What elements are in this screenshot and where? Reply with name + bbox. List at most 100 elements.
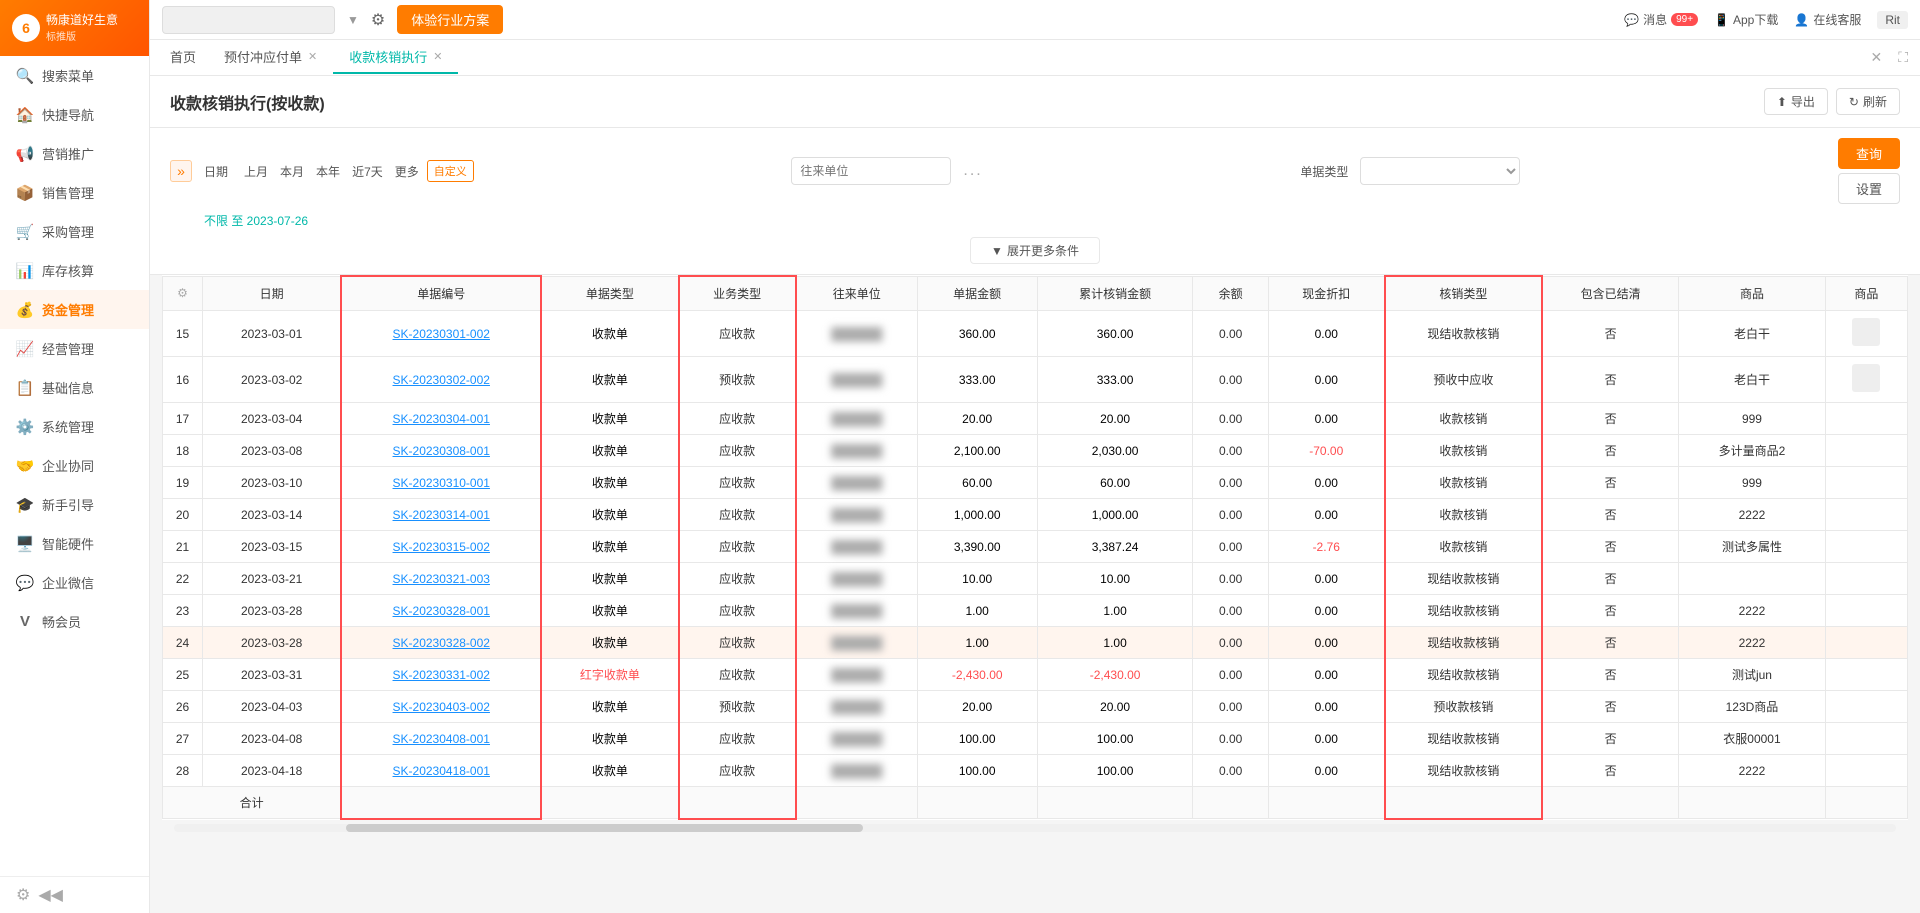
cell-bill-no: SK-20230308-001 (341, 435, 541, 467)
cell-bill-amount: -2,430.00 (917, 659, 1037, 691)
bill-no-link[interactable]: SK-20230328-001 (393, 604, 490, 618)
cell-bill-no: SK-20230331-002 (341, 659, 541, 691)
sidebar-item-finance[interactable]: 💰 资金管理 (0, 290, 149, 329)
table-row: 18 2023-03-08 SK-20230308-001 收款单 应收款 ██… (163, 435, 1908, 467)
sidebar-item-operations[interactable]: 📈 经营管理 (0, 329, 149, 368)
sidebar-item-search[interactable]: 🔍 搜索菜单 (0, 56, 149, 95)
topbar-gear-icon[interactable]: ⚙ (371, 10, 385, 30)
app-download-button[interactable]: 📱 App下载 (1714, 11, 1778, 28)
table-scrollbar[interactable] (174, 824, 1896, 832)
close-tab-icon[interactable]: ✕ (1866, 47, 1886, 68)
sidebar-item-label: 企业协同 (42, 456, 94, 475)
bill-no-link[interactable]: SK-20230301-002 (393, 327, 490, 341)
cell-verify-type: 收款核销 (1385, 403, 1542, 435)
cell-balance: 0.00 (1193, 595, 1268, 627)
user-info[interactable]: Rit (1877, 11, 1908, 29)
expand-more-button[interactable]: ▼ 展开更多条件 (970, 237, 1100, 264)
cell-include-settled: 否 (1542, 311, 1678, 357)
cell-bill-amount: 333.00 (917, 357, 1037, 403)
tab-home[interactable]: 首页 (158, 41, 208, 74)
bill-no-link[interactable]: SK-20230408-001 (393, 732, 490, 746)
bill-no-link[interactable]: SK-20230328-002 (393, 636, 490, 650)
bill-no-link[interactable]: SK-20230403-002 (393, 700, 490, 714)
cell-biz-type: 应收款 (679, 531, 796, 563)
cell-cumulative-verify: 1,000.00 (1037, 499, 1193, 531)
collapse-icon[interactable]: ◀◀ (38, 885, 63, 905)
topbar-search-input[interactable] (162, 6, 335, 34)
this-month-button[interactable]: 本月 (276, 161, 308, 182)
sidebar-item-quick-nav[interactable]: 🏠 快捷导航 (0, 95, 149, 134)
bill-no-link[interactable]: SK-20230304-001 (393, 412, 490, 426)
last-month-button[interactable]: 上月 (240, 161, 272, 182)
cell-include-settled: 否 (1542, 467, 1678, 499)
cell-cash-discount: 0.00 (1268, 357, 1384, 403)
export-button[interactable]: ⬆ 导出 (1764, 88, 1828, 115)
cell-product-img (1825, 499, 1907, 531)
industry-solution-button[interactable]: 体验行业方案 (397, 5, 503, 34)
refresh-button[interactable]: ↻ 刷新 (1836, 88, 1900, 115)
bill-type-label: 单据类型 (1300, 163, 1348, 180)
cell-counterparty: ██████ (796, 755, 917, 787)
cell-product: 测试jun (1679, 659, 1826, 691)
setting-button[interactable]: 设置 (1838, 173, 1900, 204)
sidebar-item-inventory[interactable]: 📊 库存核算 (0, 251, 149, 290)
sidebar-item-corp[interactable]: 🤝 企业协同 (0, 446, 149, 485)
cell-bill-no: SK-20230418-001 (341, 755, 541, 787)
sidebar-item-sales[interactable]: 📦 销售管理 (0, 173, 149, 212)
cell-bill-type: 收款单 (541, 627, 678, 659)
this-year-button[interactable]: 本年 (312, 161, 344, 182)
sidebar-item-system[interactable]: ⚙️ 系统管理 (0, 407, 149, 446)
table-row: 20 2023-03-14 SK-20230314-001 收款单 应收款 ██… (163, 499, 1908, 531)
guide-icon: 🎓 (16, 496, 34, 514)
tab-advance-receipt[interactable]: 预付冲应付单 ✕ (208, 41, 333, 74)
sidebar-item-wechat[interactable]: 💬 企业微信 (0, 563, 149, 602)
bill-no-link[interactable]: SK-20230331-002 (393, 668, 490, 682)
bill-type-select[interactable] (1360, 157, 1520, 185)
bill-no-link[interactable]: SK-20230310-001 (393, 476, 490, 490)
more-date-button[interactable]: 更多 (391, 161, 423, 182)
cell-bill-type: 收款单 (541, 403, 678, 435)
query-button[interactable]: 查询 (1838, 138, 1900, 169)
cell-bill-type: 收款单 (541, 691, 678, 723)
cell-include-settled: 否 (1542, 531, 1678, 563)
bill-no-link[interactable]: SK-20230418-001 (393, 764, 490, 778)
settings-bottom-icon[interactable]: ⚙ (16, 885, 30, 905)
cell-product-img (1825, 691, 1907, 723)
bill-no-link[interactable]: SK-20230321-003 (393, 572, 490, 586)
cell-bill-type: 收款单 (541, 755, 678, 787)
cell-bill-amount: 2,100.00 (917, 435, 1037, 467)
cell-date: 2023-03-10 (203, 467, 342, 499)
expand-tab-icon[interactable]: ⛶ (1894, 47, 1912, 68)
bill-no-link[interactable]: SK-20230308-001 (393, 444, 490, 458)
th-gear[interactable]: ⚙ (163, 276, 203, 311)
sidebar-item-member[interactable]: V 畅会员 (0, 602, 149, 641)
sidebar-item-basic[interactable]: 📋 基础信息 (0, 368, 149, 407)
sidebar-item-guide[interactable]: 🎓 新手引导 (0, 485, 149, 524)
bill-no-link[interactable]: SK-20230314-001 (393, 508, 490, 522)
cell-bill-type: 收款单 (541, 531, 678, 563)
cell-product-img (1825, 435, 1907, 467)
footer-cumulative (1037, 787, 1193, 819)
cell-product-img (1825, 403, 1907, 435)
tab-advance-receipt-close[interactable]: ✕ (308, 50, 317, 63)
bill-no-link[interactable]: SK-20230302-002 (393, 373, 490, 387)
sidebar-item-label: 基础信息 (42, 378, 94, 397)
last7days-button[interactable]: 近7天 (348, 161, 387, 182)
cell-date: 2023-04-18 (203, 755, 342, 787)
message-button[interactable]: 💬 消息 99+ (1624, 11, 1698, 28)
sidebar-item-purchase[interactable]: 🛒 采购管理 (0, 212, 149, 251)
online-service-button[interactable]: 👤 在线客服 (1794, 11, 1861, 28)
filter-expand-button[interactable]: » (170, 160, 192, 182)
bill-no-link[interactable]: SK-20230315-002 (393, 540, 490, 554)
custom-date-button[interactable]: 自定义 (427, 160, 474, 182)
cell-cash-discount: -70.00 (1268, 435, 1384, 467)
sidebar-item-marketing[interactable]: 📢 营销推广 (0, 134, 149, 173)
export-icon: ⬆ (1777, 95, 1787, 109)
sidebar-item-hardware[interactable]: 🖥️ 智能硬件 (0, 524, 149, 563)
topbar-chevron-icon[interactable]: ▼ (347, 13, 359, 27)
cell-date: 2023-03-28 (203, 627, 342, 659)
counterparty-input[interactable] (791, 157, 951, 185)
tab-collection-verify-close[interactable]: ✕ (433, 50, 442, 63)
cell-counterparty: ██████ (796, 531, 917, 563)
tab-collection-verify[interactable]: 收款核销执行 ✕ (333, 41, 458, 74)
